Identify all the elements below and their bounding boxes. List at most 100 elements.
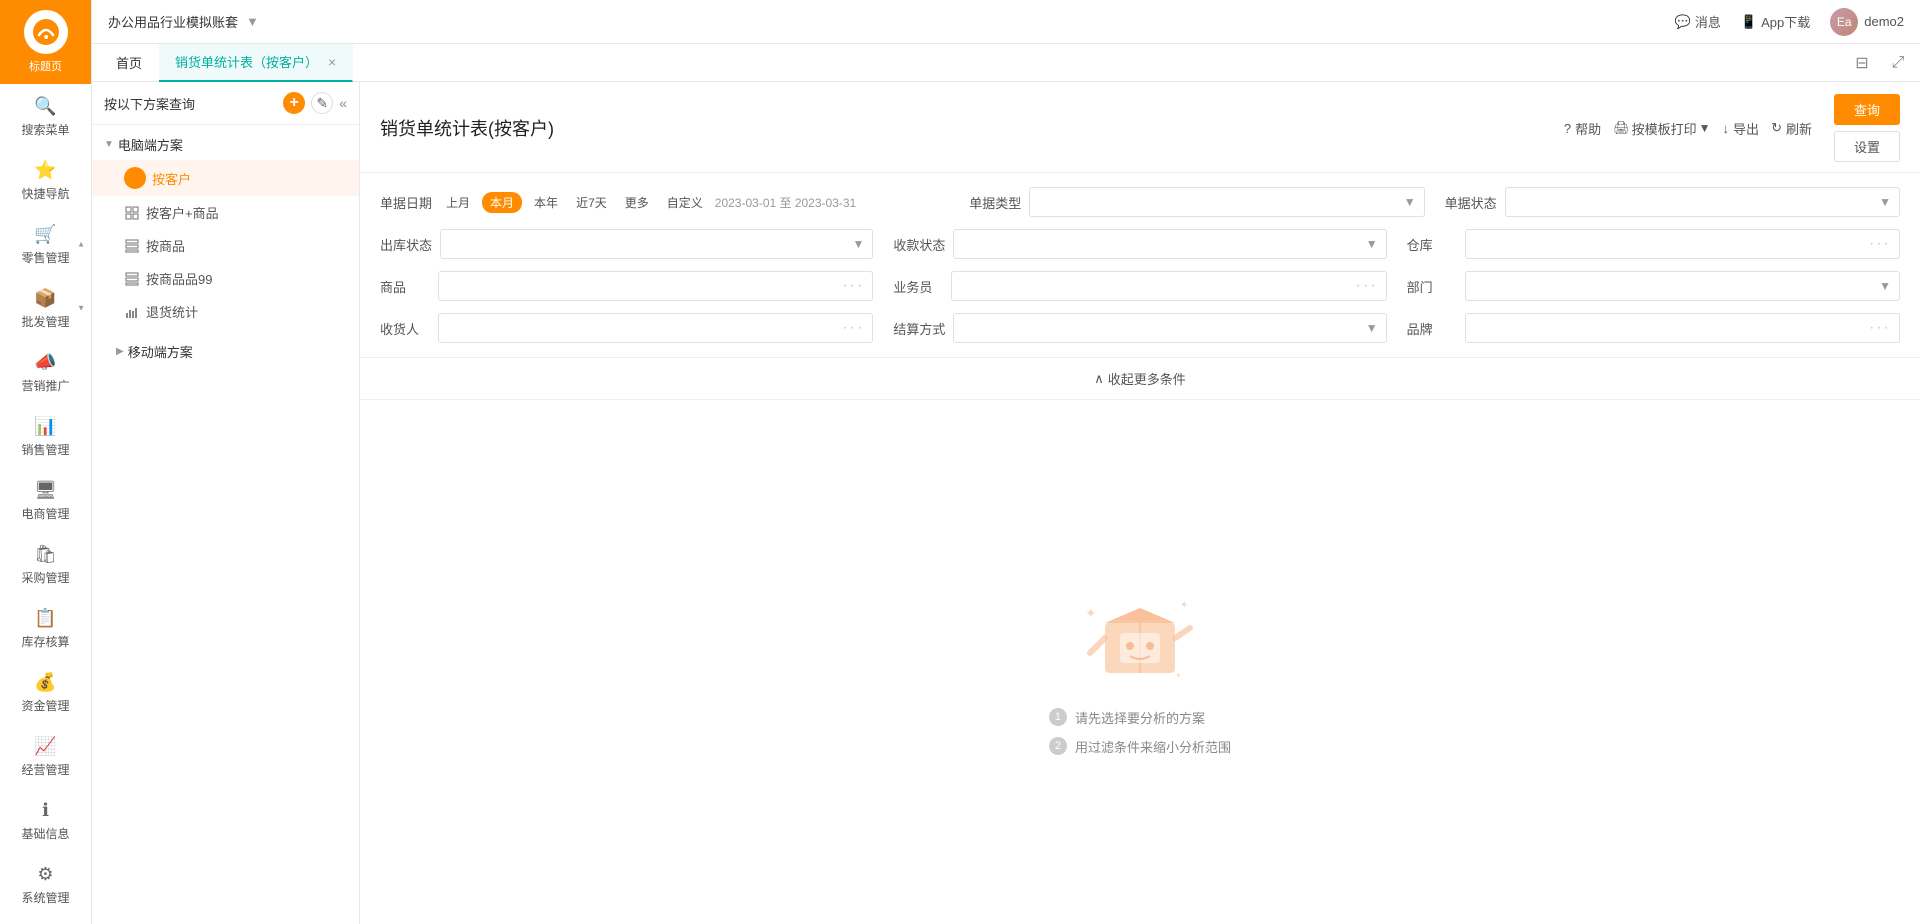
sidebar-item-label: 基础信息 [21, 825, 69, 842]
desktop-group-header[interactable]: ▼ 电脑端方案 [92, 129, 359, 160]
warehouse-control[interactable]: ··· [1465, 229, 1900, 259]
date-tab-custom[interactable]: 自定义 [661, 192, 709, 213]
desktop-scheme-group: ▼ 电脑端方案 按客户 按客户+商品 按商品 [92, 125, 359, 332]
filter-order-type: 单据类型 ▼ [969, 187, 1424, 217]
date-tab-more[interactable]: 更多 [619, 192, 655, 213]
tip-text-2: 用过滤条件来缩小分析范围 [1075, 737, 1231, 756]
salesperson-control[interactable]: ··· [951, 271, 1386, 301]
sidebar-item-sys-mgmt[interactable]: ⚙ 系统管理 [0, 852, 91, 916]
by-goods-icon [124, 238, 140, 254]
filter-salesperson: 业务员 ··· [893, 271, 1386, 301]
filter-row-2: 出库状态 ▼ 收款状态 ▼ 仓库 [380, 229, 1900, 259]
scheme-item-by-goods[interactable]: 按商品 [92, 229, 359, 262]
empty-tip-2: 2 用过滤条件来缩小分析范围 [1049, 737, 1231, 756]
sidebar-item-ops-mgmt[interactable]: 📈 经营管理 [0, 724, 91, 788]
right-panel: 销货单统计表(按客户) ? 帮助 🖨 按模板打印 ▼ ↓ 导出 [360, 82, 1920, 924]
panel-collapse-btn[interactable]: « [339, 95, 347, 111]
finance-mgmt-icon: 💰 [34, 672, 56, 693]
export-btn[interactable]: ↓ 导出 [1723, 119, 1760, 138]
sidebar-item-quick-nav[interactable]: ⭐ 快捷导航 [0, 148, 91, 212]
filter-out-status: 出库状态 ▼ [380, 229, 873, 259]
wholesale-mgmt-icon: 📦 [34, 288, 56, 309]
sidebar-item-marketing[interactable]: 📣 营销推广 [0, 340, 91, 404]
date-tab-this-year[interactable]: 本年 [528, 192, 564, 213]
sidebar-item-enterprise-collab[interactable]: 🤝 企业协同 [0, 916, 91, 924]
print-btn[interactable]: 🖨 按模板打印 ▼ [1613, 119, 1710, 138]
department-control[interactable]: ▼ [1465, 271, 1900, 301]
sidebar-item-basic-info[interactable]: ℹ 基础信息 [0, 788, 91, 852]
scheme-item-return-stat[interactable]: 退货统计 [92, 295, 359, 328]
page-actions: ? 帮助 🖨 按模板打印 ▼ ↓ 导出 ↻ 刷新 [1564, 94, 1900, 162]
tip-num-1: 1 [1049, 708, 1067, 726]
filter-row-1: 单据日期 上月 本月 本年 近7天 更多 自定义 2023-03-01 至 20… [380, 187, 1900, 217]
home-tab-label: 首页 [116, 53, 142, 72]
sidebar-item-label: 零售管理 [21, 249, 69, 266]
mobile-group-header[interactable]: ▶ 移动端方案 [92, 336, 359, 367]
user-menu[interactable]: Ea demo2 [1830, 8, 1904, 36]
collapse-btn[interactable]: ∧ 收起更多条件 [1082, 366, 1198, 391]
date-tab-last-month[interactable]: 上月 [440, 192, 476, 213]
date-tab-this-month[interactable]: 本月 [482, 192, 522, 213]
brand-control[interactable]: ··· [1465, 313, 1900, 343]
out-status-control[interactable]: ▼ [440, 229, 873, 259]
sidebar: 标题页 🔍 搜索菜单 ⭐ 快捷导航 🛒 零售管理 📦 批发管理 📣 营销推广 📊… [0, 0, 92, 924]
sidebar-item-wholesale-mgmt[interactable]: 📦 批发管理 [0, 276, 91, 340]
receiver-dots: ··· [842, 319, 864, 337]
query-button[interactable]: 查询 [1834, 94, 1900, 125]
sidebar-item-sales-mgmt[interactable]: 📊 销售管理 [0, 404, 91, 468]
sidebar-item-label: 经营管理 [21, 761, 69, 778]
sidebar-item-purchase-mgmt[interactable]: 🛍 采购管理 [0, 532, 91, 596]
by-customer-circle-icon [124, 167, 146, 189]
refresh-btn[interactable]: ↻ 刷新 [1771, 119, 1812, 138]
tab-home[interactable]: 首页 [100, 44, 159, 82]
scheme-item-by-goods-99[interactable]: 按商品品99 [92, 262, 359, 295]
sidebar-item-label: 快捷导航 [21, 185, 69, 202]
by-goods-label: 按商品 [146, 236, 185, 255]
sidebar-item-ecommerce-mgmt[interactable]: 🖥 电商管理 [0, 468, 91, 532]
collection-status-control[interactable]: ▼ [953, 229, 1386, 259]
date-tab-last-7days[interactable]: 近7天 [570, 192, 613, 213]
settlement-arrow: ▼ [1366, 321, 1378, 335]
print-label: 按模板打印 [1632, 119, 1697, 138]
brand-dots: ··· [1869, 319, 1891, 337]
department-arrow: ▼ [1879, 279, 1891, 293]
order-type-control[interactable]: ▼ [1029, 187, 1424, 217]
header-left: 办公用品行业模拟账套 ▼ [108, 12, 259, 31]
header-right: 💬 消息 📱 App下载 Ea demo2 [1675, 8, 1904, 36]
edit-scheme-btn[interactable]: ✎ [311, 92, 333, 114]
tab-close-btn[interactable]: × [328, 54, 336, 70]
receiver-control[interactable]: ··· [438, 313, 873, 343]
print-dropdown-icon: ▼ [1699, 121, 1711, 135]
settings-button[interactable]: 设置 [1834, 131, 1900, 162]
brand-label: 品牌 [1407, 319, 1457, 338]
filter-warehouse: 仓库 ··· [1407, 229, 1900, 259]
empty-tips: 1 请先选择要分析的方案 2 用过滤条件来缩小分析范围 [1049, 708, 1231, 756]
settlement-control[interactable]: ▼ [953, 313, 1386, 343]
sidebar-item-finance-mgmt[interactable]: 💰 资金管理 [0, 660, 91, 724]
left-panel-actions: + ✎ « [283, 92, 347, 114]
svg-text:✦: ✦ [1180, 600, 1188, 611]
goods-control[interactable]: ··· [438, 271, 873, 301]
sidebar-item-label: 资金管理 [21, 697, 69, 714]
sidebar-item-inventory[interactable]: 📋 库存核算 [0, 596, 91, 660]
svg-text:✦: ✦ [1175, 671, 1182, 680]
salesperson-label: 业务员 [893, 277, 943, 296]
sidebar-item-label: 批发管理 [21, 313, 69, 330]
user-avatar: Ea [1830, 8, 1858, 36]
tab-minimize-btn[interactable]: ⊟ [1848, 49, 1876, 77]
sidebar-item-search-menu[interactable]: 🔍 搜索菜单 [0, 84, 91, 148]
sidebar-item-label: 销售管理 [21, 441, 69, 458]
order-status-control[interactable]: ▼ [1505, 187, 1900, 217]
breadcrumb-arrow[interactable]: ▼ [246, 14, 259, 29]
help-btn[interactable]: ? 帮助 [1564, 119, 1601, 138]
tab-fullscreen-btn[interactable]: ⤢ [1884, 49, 1912, 77]
purchase-mgmt-icon: 🛍 [34, 544, 57, 565]
scheme-item-by-customer[interactable]: 按客户 [92, 160, 359, 196]
tab-sales-stat[interactable]: 销货单统计表（按客户） × [159, 44, 353, 82]
app-download-btn[interactable]: 📱 App下载 [1741, 12, 1810, 31]
scheme-item-by-customer-goods[interactable]: 按客户+商品 [92, 196, 359, 229]
sidebar-item-retail-mgmt[interactable]: 🛒 零售管理 [0, 212, 91, 276]
message-btn[interactable]: 💬 消息 [1675, 12, 1721, 31]
add-scheme-btn[interactable]: + [283, 92, 305, 114]
page-title: 销货单统计表(按客户) [380, 115, 554, 141]
